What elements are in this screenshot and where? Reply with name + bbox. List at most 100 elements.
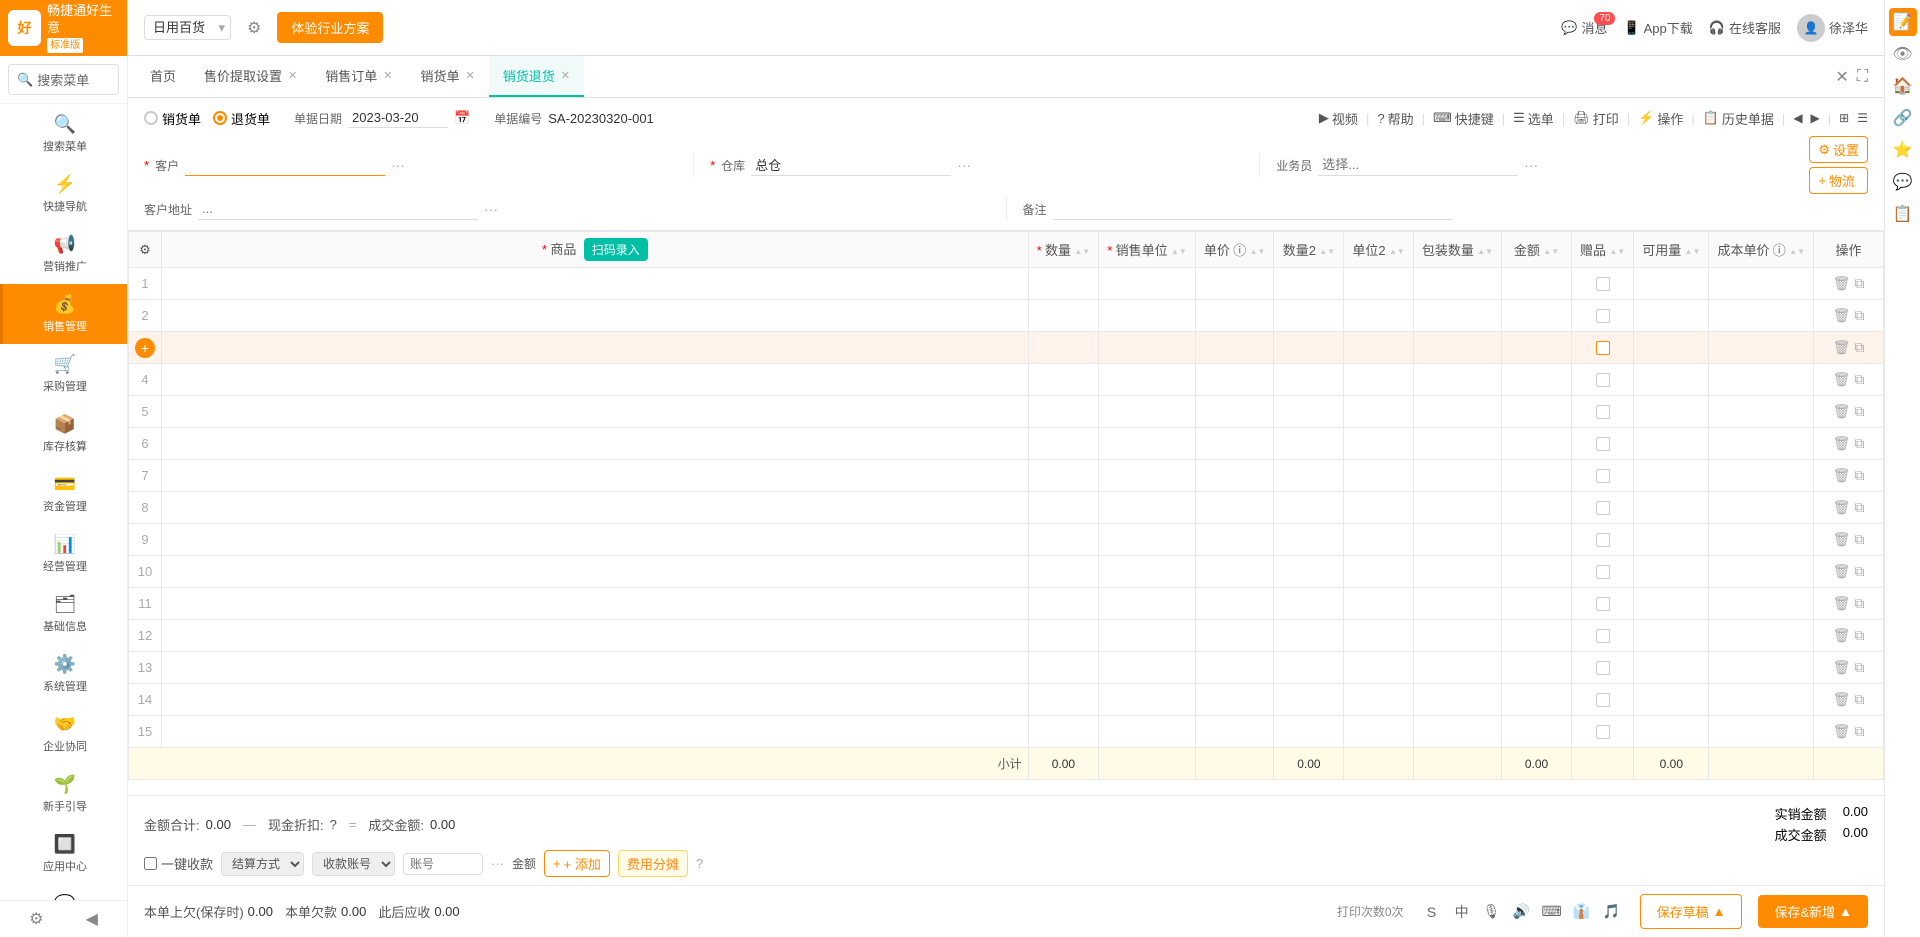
- delete-row-1[interactable]: 🗑: [1833, 275, 1851, 292]
- taskbar-icon-2[interactable]: 中: [1450, 900, 1474, 924]
- price-sort-icon[interactable]: ▲▼: [1250, 248, 1266, 256]
- copy-row-3[interactable]: ⧉: [1854, 339, 1864, 356]
- column-settings-icon[interactable]: ⚙: [139, 242, 151, 257]
- delete-row-4[interactable]: 🗑: [1833, 371, 1851, 388]
- delete-row-2[interactable]: 🗑: [1833, 307, 1851, 324]
- sidebar-collapse-btn[interactable]: ◀: [86, 909, 98, 929]
- tab-close-all[interactable]: ✕: [1835, 67, 1848, 87]
- tab-price-setting[interactable]: 售价提取设置 ✕: [190, 56, 311, 97]
- unit2-sort-icon[interactable]: ▲▼: [1389, 248, 1405, 256]
- message-btn[interactable]: 💬 消息 70: [1561, 18, 1607, 37]
- sidebar-item-quicknav[interactable]: ⚡ 快捷导航: [0, 164, 127, 224]
- tab-sales-order-close[interactable]: ✕: [383, 69, 392, 82]
- copy-row-7[interactable]: ⧉: [1854, 467, 1864, 484]
- delete-row-5[interactable]: 🗑: [1833, 403, 1851, 420]
- sidebar-item-basic[interactable]: 🗂 基础信息: [0, 584, 127, 644]
- amount-sort-icon[interactable]: ▲▼: [1543, 248, 1559, 256]
- radio-return-invoice[interactable]: 退货单: [213, 109, 270, 128]
- save-draft-btn[interactable]: 保存草稿 ▲: [1640, 894, 1743, 929]
- taskbar-icon-6[interactable]: 👔: [1570, 900, 1594, 924]
- gift-checkbox-3[interactable]: [1596, 341, 1610, 355]
- sidebar-item-system[interactable]: ⚙️ 系统管理: [0, 644, 127, 704]
- delete-row-10[interactable]: 🗑: [1833, 563, 1851, 580]
- right-panel-btn-6[interactable]: 💬: [1889, 168, 1917, 196]
- right-panel-btn-5[interactable]: ⭐: [1889, 136, 1917, 164]
- qty-sort-icon[interactable]: ▲▼: [1074, 248, 1090, 256]
- save-new-btn[interactable]: 保存&新增 ▲: [1758, 895, 1868, 928]
- copy-row-13[interactable]: ⧉: [1854, 659, 1864, 676]
- address-dots[interactable]: ···: [484, 201, 498, 217]
- gift-checkbox-11[interactable]: [1596, 597, 1610, 611]
- taskbar-icon-4[interactable]: 🔊: [1510, 900, 1534, 924]
- grid-view-btn[interactable]: ⊞: [1839, 111, 1849, 125]
- help-btn[interactable]: ? 帮助: [1377, 109, 1413, 128]
- online-service-btn[interactable]: 🎧 在线客服: [1709, 18, 1781, 37]
- right-panel-btn-4[interactable]: 🔗: [1889, 104, 1917, 132]
- product-cell[interactable]: [162, 268, 1029, 300]
- history-btn[interactable]: 📋 历史单据: [1703, 109, 1774, 128]
- address-input[interactable]: [198, 198, 478, 220]
- warehouse-dots[interactable]: ···: [957, 157, 971, 173]
- cost-sort-icon[interactable]: ▲▼: [1789, 248, 1805, 256]
- delete-row-15[interactable]: 🗑: [1833, 723, 1851, 740]
- copy-row-6[interactable]: ⧉: [1854, 435, 1864, 452]
- add-row-btn[interactable]: +: [135, 338, 155, 358]
- staff-dots[interactable]: ···: [1524, 157, 1538, 173]
- sidebar-item-newbie[interactable]: 🌱 新手引导: [0, 764, 127, 824]
- gift-sort-icon[interactable]: ▲▼: [1609, 248, 1625, 256]
- delete-row-8[interactable]: 🗑: [1833, 499, 1851, 516]
- shortcut-btn[interactable]: ⌨ 快捷键: [1433, 109, 1494, 128]
- gift-checkbox-12[interactable]: [1596, 629, 1610, 643]
- app-download-btn[interactable]: 📱 App下载: [1623, 18, 1692, 37]
- right-panel-btn-3[interactable]: 🏠: [1889, 72, 1917, 100]
- sidebar-item-inventory[interactable]: 📦 库存核算: [0, 404, 127, 464]
- one-click-payment-input[interactable]: [144, 857, 157, 870]
- sidebar-item-appcenter[interactable]: 🔲 应用中心: [0, 824, 127, 884]
- remark-input[interactable]: [1053, 198, 1453, 220]
- copy-row-8[interactable]: ⧉: [1854, 499, 1864, 516]
- trial-btn[interactable]: 体验行业方案: [277, 12, 383, 43]
- prev-nav-btn[interactable]: ◀: [1793, 111, 1802, 125]
- account-select[interactable]: 收款账号: [312, 852, 395, 876]
- copy-row-4[interactable]: ⧉: [1854, 371, 1864, 388]
- product-input-3[interactable]: [168, 340, 1022, 355]
- payment-method-select[interactable]: 结算方式: [221, 852, 304, 876]
- tab-sales-return[interactable]: 销货退货 ✕: [489, 56, 584, 97]
- right-panel-btn-2[interactable]: 👁: [1889, 40, 1917, 68]
- tab-sales-invoice-close[interactable]: ✕: [466, 69, 475, 82]
- module-select[interactable]: 日用百货: [144, 15, 231, 40]
- sidebar-item-enterprise[interactable]: 🤝 企业协同: [0, 704, 127, 764]
- warehouse-input[interactable]: [751, 154, 951, 176]
- gift-checkbox-2[interactable]: [1596, 309, 1610, 323]
- delete-row-11[interactable]: 🗑: [1833, 595, 1851, 612]
- sidebar-settings-btn[interactable]: ⚙: [29, 909, 43, 929]
- customer-dots[interactable]: ···: [391, 157, 405, 173]
- gift-checkbox-13[interactable]: [1596, 661, 1610, 675]
- gift-checkbox-4[interactable]: [1596, 373, 1610, 387]
- delete-row-13[interactable]: 🗑: [1833, 659, 1851, 676]
- delete-row-6[interactable]: 🗑: [1833, 435, 1851, 452]
- copy-row-11[interactable]: ⧉: [1854, 595, 1864, 612]
- copy-row-9[interactable]: ⧉: [1854, 531, 1864, 548]
- account-dots[interactable]: ···: [491, 856, 504, 871]
- gift-checkbox-14[interactable]: [1596, 693, 1610, 707]
- gift-checkbox-1[interactable]: [1596, 277, 1610, 291]
- right-panel-btn-7[interactable]: 📋: [1889, 200, 1917, 228]
- available-sort-icon[interactable]: ▲▼: [1685, 248, 1701, 256]
- radio-sales-invoice[interactable]: 销货单: [144, 109, 201, 128]
- tab-expand[interactable]: ⛶: [1857, 68, 1868, 86]
- sidebar-item-finance[interactable]: 💳 资金管理: [0, 464, 127, 524]
- add-payment-btn[interactable]: + + 添加: [544, 850, 610, 877]
- gift-checkbox-6[interactable]: [1596, 437, 1610, 451]
- copy-row-10[interactable]: ⧉: [1854, 563, 1864, 580]
- taskbar-icon-7[interactable]: 🎵: [1600, 900, 1624, 924]
- copy-row-15[interactable]: ⧉: [1854, 723, 1864, 740]
- copy-row-2[interactable]: ⧉: [1854, 307, 1864, 324]
- tab-sales-invoice[interactable]: 销货单 ✕: [406, 56, 488, 97]
- copy-row-5[interactable]: ⧉: [1854, 403, 1864, 420]
- gift-checkbox-10[interactable]: [1596, 565, 1610, 579]
- customer-input[interactable]: [185, 154, 385, 176]
- sidebar-item-wechat[interactable]: 💬 企业微信: [0, 884, 127, 900]
- settings-action-btn[interactable]: ⚙ 设置: [1809, 136, 1868, 163]
- delete-row-9[interactable]: 🗑: [1833, 531, 1851, 548]
